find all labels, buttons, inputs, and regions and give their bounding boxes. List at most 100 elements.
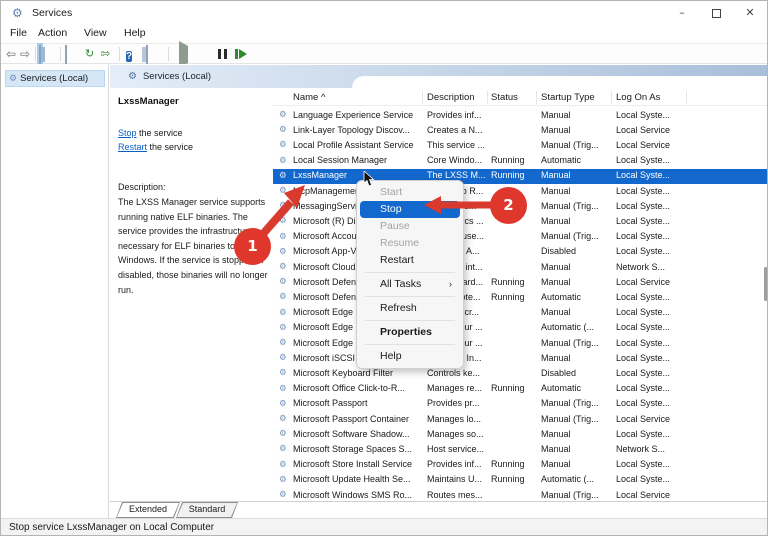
menu-item-properties[interactable]: Properties [360, 324, 460, 341]
service-row[interactable]: ⚙Microsoft iSCSI Initiator Serv...Manage… [273, 351, 768, 366]
service-startup-type-cell: Manual [541, 353, 608, 363]
service-row[interactable]: ⚙Microsoft Passport ContainerManages lo.… [273, 412, 768, 427]
service-startup-type-cell: Disabled [541, 368, 608, 378]
tab-extended[interactable]: Extended [116, 502, 180, 518]
service-row[interactable]: ⚙Microsoft App-V ClientManages A...Disab… [273, 245, 768, 260]
tab-standard[interactable]: Standard [176, 502, 238, 518]
help-icon[interactable]: ? [126, 46, 132, 62]
pause-service-icon[interactable] [218, 46, 227, 62]
service-startup-type-cell: Automatic (... [541, 322, 608, 332]
service-logon-cell: Local Syste... [616, 474, 686, 484]
back-icon[interactable]: ⇦ [6, 46, 16, 62]
menu-item-resume[interactable]: Resume [360, 235, 460, 252]
service-logon-cell: Local Syste... [616, 338, 686, 348]
column-divider[interactable] [686, 91, 687, 104]
restart-service-icon[interactable] [235, 46, 247, 62]
service-name-cell: Microsoft Windows SMS Ro... [293, 490, 421, 500]
service-startup-type-cell: Manual [541, 186, 608, 196]
column-header-log-on-as[interactable]: Log On As [616, 92, 660, 103]
menu-item-pause[interactable]: Pause [360, 218, 460, 235]
service-row[interactable]: ⚙Microsoft Update Health Se...Maintains … [273, 473, 768, 488]
service-name-cell: Microsoft Office Click-to-R... [293, 383, 421, 393]
forward-icon[interactable]: ⇨ [20, 46, 30, 62]
restart-service-link[interactable]: Restart [118, 142, 147, 152]
column-header-description[interactable]: Description [427, 92, 475, 103]
menu-item-help[interactable]: Help [360, 348, 460, 365]
refresh-icon[interactable]: ↻ [85, 46, 94, 62]
column-divider[interactable] [487, 91, 488, 104]
menu-item-restart[interactable]: Restart [360, 252, 460, 269]
column-header-status[interactable]: Status [491, 92, 518, 103]
menu-file[interactable]: File [10, 27, 27, 39]
service-name-cell: Microsoft Passport Container [293, 414, 421, 424]
menu-item-stop[interactable]: Stop [360, 201, 460, 218]
column-divider[interactable] [422, 91, 423, 104]
menu-item-refresh[interactable]: Refresh [360, 300, 460, 317]
service-gear-icon: ⚙ [279, 414, 290, 424]
close-button[interactable]: ✕ [733, 1, 767, 25]
service-row[interactable]: ⚙Microsoft Office Click-to-R...Manages r… [273, 382, 768, 397]
service-row[interactable]: ⚙Microsoft Cloud Identity Serv...Support… [273, 260, 768, 275]
column-header-name[interactable]: Name [293, 92, 318, 103]
toolbar-separator [60, 47, 61, 61]
annotation-badge-2: 2 [490, 187, 527, 224]
service-description-cell: Maintains U... [427, 474, 489, 484]
export-list-icon[interactable]: ⇰ [101, 46, 110, 62]
service-row[interactable]: ⚙Local Profile Assistant ServiceThis ser… [273, 138, 768, 153]
menu-action[interactable]: Action [38, 27, 67, 39]
service-description-cell: Host service... [427, 444, 489, 454]
service-row[interactable]: ⚙Microsoft Storage Spaces S...Host servi… [273, 442, 768, 457]
service-row[interactable]: ⚙Microsoft Defender Antivirus...Helps pr… [273, 290, 768, 305]
service-row[interactable]: ⚙Language Experience ServiceProvides inf… [273, 108, 768, 123]
annotation-badge-1: 1 [234, 228, 271, 265]
service-row[interactable]: ⚙Microsoft Account Sign-in As...Enables … [273, 230, 768, 245]
service-gear-icon: ⚙ [279, 277, 290, 287]
service-logon-cell: Local Syste... [616, 368, 686, 378]
service-description-cell: This service ... [427, 140, 489, 150]
service-row[interactable]: ⚙Microsoft Edge Update Servi...Keeps you… [273, 321, 768, 336]
service-row[interactable]: ⚙Microsoft Edge Update Servi...Keeps you… [273, 336, 768, 351]
service-row[interactable]: ⚙Microsoft Edge Elevation Ser...Keeps Mi… [273, 306, 768, 321]
service-row[interactable]: ⚙LxssManagerThe LXSS M...RunningManualLo… [273, 169, 768, 184]
service-gear-icon: ⚙ [279, 384, 290, 394]
menu-help[interactable]: Help [124, 27, 146, 39]
service-gear-icon: ⚙ [279, 125, 290, 135]
service-logon-cell: Local Service [616, 414, 686, 424]
service-row[interactable]: ⚙Microsoft Store Install ServiceProvides… [273, 458, 768, 473]
menu-item-start[interactable]: Start [360, 184, 460, 201]
service-row[interactable]: ⚙Link-Layer Topology Discov...Creates a … [273, 123, 768, 138]
service-row[interactable]: ⚙Microsoft Keyboard FilterControls ke...… [273, 366, 768, 381]
service-gear-icon: ⚙ [279, 490, 290, 500]
service-logon-cell: Local Syste... [616, 429, 686, 439]
show-console-tree-icon[interactable] [39, 46, 41, 62]
service-startup-type-cell: Automatic [541, 383, 608, 393]
show-action-pane-icon[interactable] [146, 46, 148, 62]
service-description-cell: The LXSS M... [427, 170, 489, 180]
service-gear-icon: ⚙ [279, 201, 290, 211]
service-gear-icon: ⚙ [279, 475, 290, 485]
service-row[interactable]: ⚙Microsoft Software Shadow...Manages so.… [273, 427, 768, 442]
service-startup-type-cell: Automatic (... [541, 474, 608, 484]
service-row[interactable]: ⚙Microsoft PassportProvides pr...Manual … [273, 397, 768, 412]
menu-view[interactable]: View [84, 27, 107, 39]
menu-item-all-tasks[interactable]: All Tasks› [360, 276, 460, 293]
service-row[interactable]: ⚙Microsoft Defender Antivirus...Helps gu… [273, 275, 768, 290]
service-row[interactable]: ⚙Local Session ManagerCore Windo...Runni… [273, 154, 768, 169]
maximize-button[interactable] [699, 1, 733, 25]
column-divider[interactable] [611, 91, 612, 104]
toolbar: ⇦ ⇨ ↻ ⇰ ? [1, 43, 767, 64]
vertical-scrollbar[interactable] [764, 267, 767, 301]
console-tree-pane: ⚙ Services (Local) [1, 64, 109, 518]
menu-bar: File Action View Help [1, 25, 767, 43]
properties-icon[interactable] [65, 46, 67, 62]
column-header-startup-type[interactable]: Startup Type [541, 92, 595, 103]
stop-service-link[interactable]: Stop [118, 128, 137, 138]
service-startup-type-cell: Manual (Trig... [541, 201, 608, 211]
service-gear-icon: ⚙ [279, 460, 290, 470]
column-divider[interactable] [536, 91, 537, 104]
tree-node-services-local[interactable]: ⚙ Services (Local) [5, 70, 105, 87]
minimize-button[interactable]: – [665, 1, 699, 25]
list-header: Name ^ Description Status Startup Type L… [273, 89, 768, 106]
service-startup-type-cell: Manual (Trig... [541, 338, 608, 348]
start-service-icon[interactable] [179, 46, 188, 62]
